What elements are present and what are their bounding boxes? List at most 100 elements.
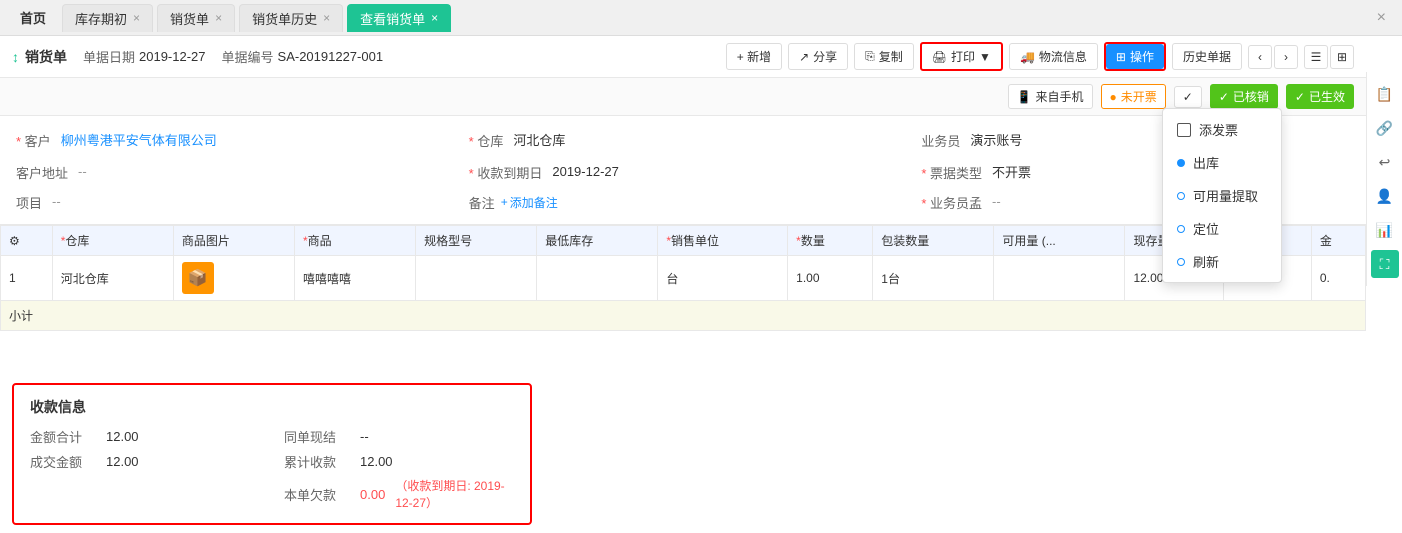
- from-phone-button[interactable]: 📱 来自手机: [1008, 84, 1093, 109]
- close-inventory-tab[interactable]: ×: [133, 11, 140, 25]
- outbound-item[interactable]: 出库: [1163, 146, 1281, 179]
- tab-sales-history[interactable]: 销货单历史 ×: [239, 4, 343, 32]
- copy-button[interactable]: ⎘ 复制: [854, 43, 914, 70]
- refresh-item[interactable]: 刷新: [1163, 245, 1281, 278]
- locate-item[interactable]: 定位: [1163, 212, 1281, 245]
- note-label: 备注: [469, 193, 495, 212]
- cancel-button[interactable]: ✓ 已核销: [1210, 84, 1278, 109]
- logistics-label: 物流信息: [1039, 48, 1087, 65]
- window-close-button[interactable]: ×: [1369, 5, 1394, 30]
- current-debt-label: 本单欠款: [284, 485, 354, 504]
- sidebar-notes-icon[interactable]: 📋: [1371, 80, 1399, 108]
- document-number-field: 单据编号 SA-20191227-001: [222, 47, 384, 66]
- not-open-ticket-button[interactable]: ● 未开票: [1101, 84, 1166, 109]
- tab-check-sales[interactable]: 查看销货单 ×: [347, 4, 451, 32]
- same-order-label: 同单现结: [284, 427, 354, 446]
- next-button[interactable]: ›: [1274, 45, 1298, 69]
- cumulative-label: 累计收款: [284, 452, 354, 471]
- document-title-text: 销货单: [25, 47, 67, 67]
- payment-date-field: 收款到期日 2019-12-27: [469, 162, 898, 182]
- tab-sales[interactable]: 销货单 ×: [157, 4, 235, 32]
- cancel-check-icon: ✓: [1219, 90, 1229, 104]
- logistics-button[interactable]: 🚚 物流信息: [1009, 43, 1098, 70]
- not-open-label: 未开票: [1121, 88, 1157, 105]
- tab-sales-label: 销货单: [170, 9, 209, 28]
- truck-icon: 🚚: [1020, 50, 1035, 64]
- sidebar-expand-icon[interactable]: ⛶: [1371, 250, 1399, 278]
- tab-bar: 首页 库存期初 × 销货单 × 销货单历史 × 查看销货单 × ×: [0, 0, 1402, 36]
- print-button[interactable]: 🖨 打印 ▼: [922, 44, 1001, 69]
- print-icon: 🖨: [932, 50, 947, 64]
- col-quantity: *数量: [788, 226, 873, 256]
- main-content: ↕ 销货单 单据日期 2019-12-27 单据编号 SA-20191227-0…: [0, 36, 1402, 533]
- col-product: *商品: [294, 226, 415, 256]
- cell-spec: [416, 256, 537, 301]
- view-toggle: ☰ ⊞: [1304, 45, 1354, 69]
- note-field: 备注 + 添加备注: [469, 193, 898, 212]
- sidebar-chart-icon[interactable]: 📊: [1371, 216, 1399, 244]
- ticket-dot: ●: [1110, 90, 1117, 104]
- col-min-stock: 最低库存: [537, 226, 658, 256]
- close-history-tab[interactable]: ×: [323, 11, 330, 25]
- staff-field: 业务员 演示账号: [921, 128, 1350, 152]
- confirmed-button[interactable]: ✓: [1174, 86, 1202, 108]
- current-debt-value: 0.00: [360, 487, 385, 502]
- staff-value: 演示账号: [966, 128, 1026, 152]
- cumulative-item: 累计收款 12.00: [284, 452, 514, 471]
- customer-label: 客户: [16, 131, 51, 150]
- add-invoice-item[interactable]: 添发票: [1163, 113, 1281, 146]
- form-row-2: 客户地址 -- 收款到期日 2019-12-27 票据类型 不开票: [16, 160, 1350, 184]
- close-check-sales-tab[interactable]: ×: [431, 11, 438, 25]
- locate-icon: [1177, 225, 1185, 233]
- operation-button[interactable]: ⊞ 操作: [1106, 44, 1164, 69]
- prev-button[interactable]: ‹: [1248, 45, 1272, 69]
- tab-bar-right: ×: [1369, 9, 1394, 27]
- effective-button[interactable]: ✓ 已生效: [1286, 84, 1354, 109]
- customer-value[interactable]: 柳州粤港平安气体有限公司: [57, 128, 221, 152]
- summary-title: 收款信息: [30, 397, 514, 417]
- copy-label: 复制: [879, 48, 903, 65]
- cell-seq: 1: [1, 256, 53, 301]
- close-sales-tab[interactable]: ×: [215, 11, 222, 25]
- operation-grid-icon: ⊞: [1116, 50, 1126, 64]
- date-label: 单据日期: [83, 47, 135, 66]
- summary-box: 收款信息 金额合计 12.00 同单现结 -- 成交金额 12.00 累计收款 …: [12, 383, 532, 525]
- tab-home[interactable]: 首页: [8, 4, 58, 32]
- available-qty-item[interactable]: 可用量提取: [1163, 179, 1281, 212]
- share-button[interactable]: ↗ 分享: [788, 43, 848, 70]
- payment-date-label: 收款到期日: [469, 163, 543, 182]
- history-button[interactable]: 历史单据: [1172, 43, 1242, 70]
- subtotal-label: 小计: [1, 301, 1366, 331]
- warehouse-field: 仓库 河北仓库: [469, 128, 898, 152]
- new-button[interactable]: + 新增: [726, 43, 782, 70]
- grid-view-button[interactable]: ⊞: [1330, 45, 1354, 69]
- tab-inventory[interactable]: 库存期初 ×: [62, 4, 153, 32]
- number-value: SA-20191227-001: [278, 49, 384, 64]
- sidebar-return-icon[interactable]: ↩: [1371, 148, 1399, 176]
- from-phone-label: 来自手机: [1036, 88, 1084, 105]
- toolbar-actions: + 新增 ↗ 分享 ⎘ 复制 🖨 打印 ▼: [726, 42, 1354, 71]
- add-invoice-icon: [1177, 123, 1191, 137]
- tab-check-sales-label: 查看销货单: [360, 9, 425, 28]
- sidebar-link-icon[interactable]: 🔗: [1371, 114, 1399, 142]
- available-qty-icon: [1177, 192, 1185, 200]
- col-settings[interactable]: ⚙: [1, 226, 53, 256]
- cell-amount: 0.: [1311, 256, 1365, 301]
- phone-icon: 📱: [1017, 90, 1032, 104]
- ticket-type-field: 票据类型 不开票: [921, 160, 1350, 184]
- tab-history-label: 销货单历史: [252, 9, 317, 28]
- product-image: 📦: [182, 262, 214, 294]
- check-icon: ✓: [1183, 90, 1193, 104]
- sales-order-icon: ↕: [12, 49, 19, 65]
- add-note-button[interactable]: + 添加备注: [501, 194, 558, 211]
- document-title: ↕ 销货单: [12, 47, 67, 67]
- sidebar-user-icon[interactable]: 👤: [1371, 182, 1399, 210]
- project-field: 项目 --: [16, 192, 445, 212]
- print-label: 打印: [951, 48, 975, 65]
- col-warehouse: *仓库: [52, 226, 173, 256]
- list-view-button[interactable]: ☰: [1304, 45, 1328, 69]
- same-order-item: 同单现结 --: [284, 427, 514, 446]
- payment-date-value: 2019-12-27: [548, 162, 623, 182]
- subtotal-row: 小计: [1, 301, 1366, 331]
- cell-pack-qty: 1台: [873, 256, 994, 301]
